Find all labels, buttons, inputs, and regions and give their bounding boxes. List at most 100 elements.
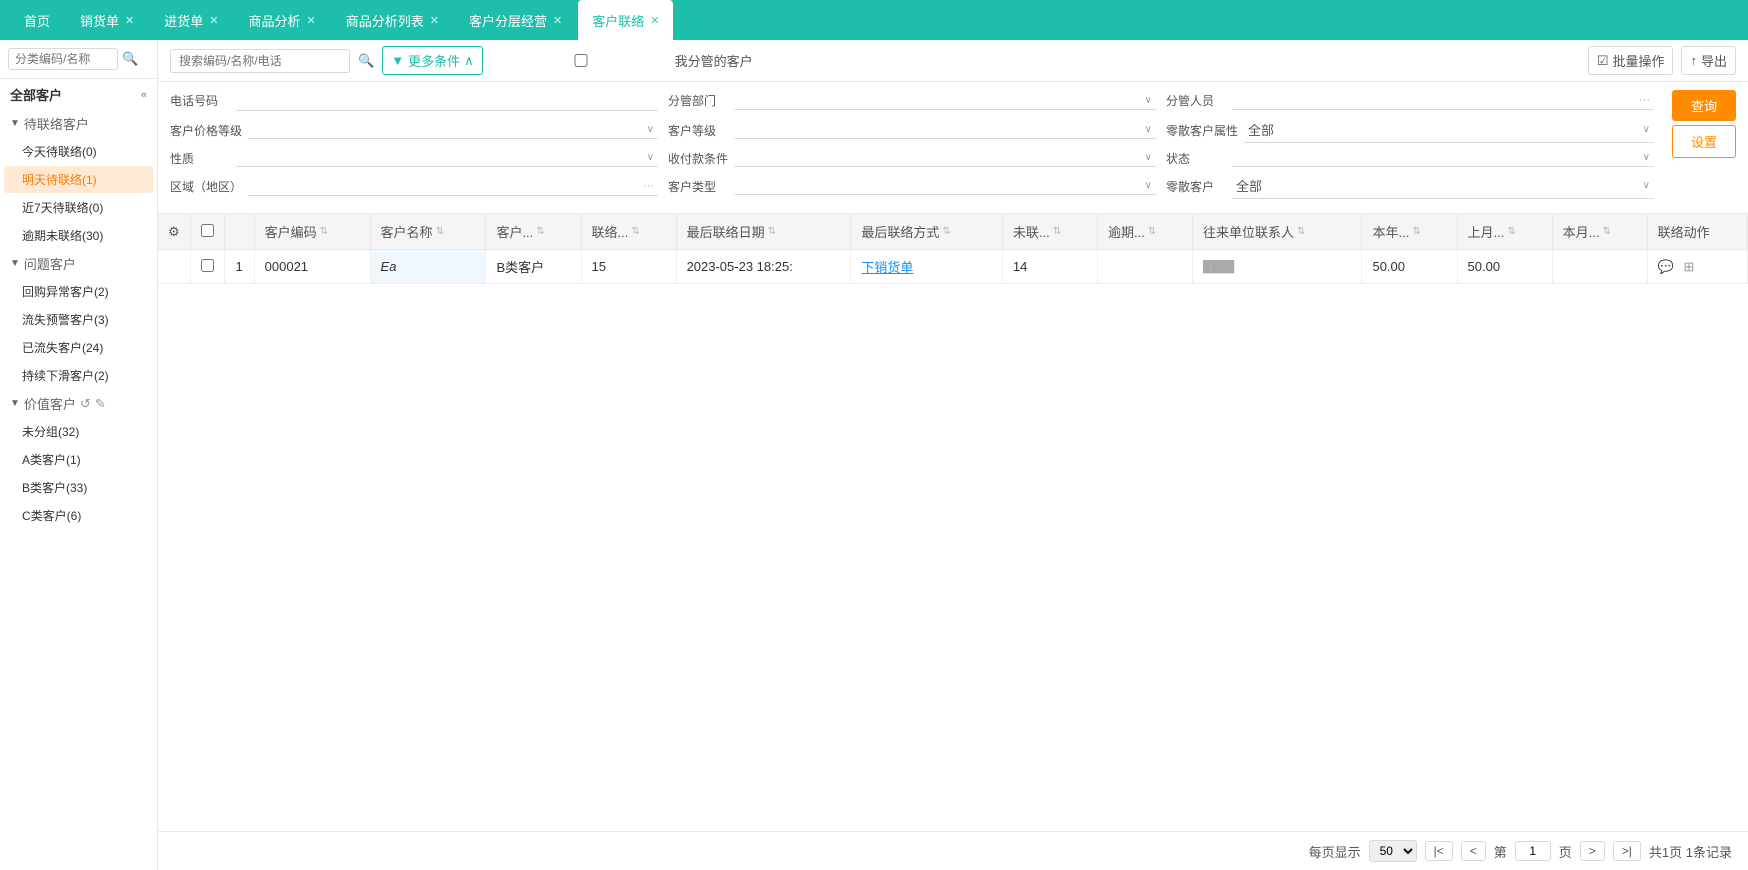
filter-region: 区域（地区） ···	[170, 177, 658, 196]
set-button[interactable]: 设置	[1672, 125, 1736, 158]
close-icon[interactable]: ✕	[307, 14, 316, 27]
export-btn[interactable]: ↑ 导出	[1681, 46, 1736, 75]
filter-nature: 性质 ∨	[170, 149, 658, 167]
gear-icon[interactable]: ⚙	[168, 224, 180, 239]
sort-icon[interactable]: ⇅	[942, 226, 950, 237]
action-menu-icon[interactable]: ⊞	[1683, 259, 1694, 274]
nav-sales[interactable]: 销货单 ✕	[66, 0, 148, 40]
sidebar-item-tomorrow[interactable]: 明天待联络(1)	[4, 166, 153, 193]
sort-icon[interactable]: ⇅	[631, 226, 639, 237]
page-label: 第	[1494, 842, 1507, 861]
row-last-date: 2023-05-23 18:25:	[676, 250, 851, 284]
my-customers-checkbox-label[interactable]: 我分管的客户	[491, 51, 753, 70]
prev-page-btn[interactable]: <	[1461, 841, 1486, 861]
sort-icon[interactable]: ⇅	[1148, 226, 1156, 237]
last-method-link[interactable]: 下销货单	[861, 260, 913, 275]
payment-label: 收付款条件	[668, 150, 728, 167]
last-page-btn[interactable]: >|	[1613, 841, 1641, 861]
sort-icon[interactable]: ⇅	[768, 226, 776, 237]
sidebar-item-a-class[interactable]: A类客户(1)	[4, 446, 153, 473]
price-level-select[interactable]: ∨	[248, 121, 658, 139]
row-checkbox[interactable]	[201, 259, 214, 272]
sort-icon[interactable]: ⇅	[536, 226, 544, 237]
arrow-icon: ▼	[10, 118, 20, 129]
page-suffix: 页	[1559, 842, 1572, 861]
scattered-attr-select[interactable]: 全部 ∨	[1244, 117, 1654, 143]
sort-icon[interactable]: ⇅	[1297, 226, 1305, 237]
close-icon[interactable]: ✕	[650, 14, 659, 27]
manager-select[interactable]: ···	[1232, 91, 1654, 110]
nav-purchase[interactable]: 进货单 ✕	[150, 0, 232, 40]
more-conditions-btn[interactable]: ▼ 更多条件 ∧	[382, 46, 482, 75]
sort-icon[interactable]: ⇅	[1412, 226, 1420, 237]
sidebar-item-repurchase-abnormal[interactable]: 回购异常客户(2)	[4, 278, 153, 305]
nav-product-analysis[interactable]: 商品分析 ✕	[234, 0, 329, 40]
status-select[interactable]: ∨	[1232, 149, 1654, 167]
select-all-checkbox[interactable]	[201, 224, 214, 237]
action-comment-icon[interactable]: 💬	[1658, 259, 1674, 274]
query-button[interactable]: 查询	[1672, 90, 1736, 121]
sidebar-item-today[interactable]: 今天待联络(0)	[4, 138, 153, 165]
page-num-input[interactable]	[1515, 841, 1551, 861]
first-page-btn[interactable]: |<	[1425, 841, 1453, 861]
phone-input[interactable]	[236, 90, 658, 111]
customer-grade-select[interactable]: ∨	[734, 121, 1156, 139]
nav-customer-tier[interactable]: 客户分层经营 ✕	[455, 0, 576, 40]
batch-op-btn[interactable]: ☑ 批量操作	[1588, 46, 1674, 75]
edit-icon[interactable]: ✎	[95, 396, 106, 412]
export-icon: ↑	[1690, 53, 1697, 68]
close-icon[interactable]: ✕	[125, 14, 134, 27]
per-page-select[interactable]: 50	[1369, 840, 1417, 862]
search-input[interactable]	[170, 49, 350, 73]
sidebar-item-b-class[interactable]: B类客户(33)	[4, 474, 153, 501]
region-label: 区域（地区）	[170, 178, 242, 195]
filter-panel: 电话号码 分管部门 ∨ 分管人员	[158, 82, 1748, 214]
sidebar-item-churn-warning[interactable]: 流失预警客户(3)	[4, 306, 153, 333]
close-icon[interactable]: ✕	[209, 14, 218, 27]
filter-row-1: 电话号码 分管部门 ∨ 分管人员	[170, 90, 1654, 111]
filter-dept: 分管部门 ∨	[668, 92, 1156, 110]
refresh-icon[interactable]: ↺	[80, 396, 91, 412]
sort-icon[interactable]: ⇅	[1507, 226, 1515, 237]
sidebar-group-value: ▼ 价值客户 ↺ ✎	[0, 390, 157, 417]
more-icon[interactable]: ···	[643, 180, 654, 192]
sidebar-all-customers[interactable]: 全部客户 «	[0, 79, 157, 110]
sidebar-item-7days[interactable]: 近7天待联络(0)	[4, 194, 153, 221]
status-label: 状态	[1166, 150, 1226, 167]
row-check	[190, 250, 224, 284]
sort-icon[interactable]: ⇅	[436, 226, 444, 237]
sidebar-search-icon[interactable]: 🔍	[122, 51, 138, 67]
scattered-select[interactable]: 全部 ∨	[1232, 173, 1654, 199]
my-customers-checkbox[interactable]	[491, 54, 671, 67]
sidebar: 🔍 全部客户 « ▼ 待联络客户 今天待联络(0) 明天待联络(1) 近7天待联…	[0, 40, 158, 870]
row-last-method[interactable]: 下销货单	[851, 250, 1003, 284]
caret-icon: ∨	[1643, 180, 1650, 191]
payment-select[interactable]: ∨	[734, 149, 1156, 167]
close-icon[interactable]: ✕	[430, 14, 439, 27]
sidebar-item-overdue[interactable]: 逾期未联络(30)	[4, 222, 153, 249]
close-icon[interactable]: ✕	[553, 14, 562, 27]
sort-icon[interactable]: ⇅	[320, 226, 328, 237]
nature-select[interactable]: ∨	[236, 149, 658, 167]
sort-icon[interactable]: ⇅	[1602, 226, 1610, 237]
sort-icon[interactable]: ⇅	[1053, 226, 1061, 237]
sidebar-item-declining[interactable]: 持续下滑客户(2)	[4, 362, 153, 389]
sidebar-item-churned[interactable]: 已流失客户(24)	[4, 334, 153, 361]
more-icon[interactable]: ···	[1639, 94, 1650, 106]
nav-product-analysis-list[interactable]: 商品分析列表 ✕	[332, 0, 453, 40]
dept-select[interactable]: ∨	[734, 92, 1156, 110]
sidebar-item-ungrouped[interactable]: 未分组(32)	[4, 418, 153, 445]
price-level-label: 客户价格等级	[170, 122, 242, 139]
customer-type-select[interactable]: ∨	[734, 177, 1156, 195]
region-select[interactable]: ···	[248, 177, 658, 196]
next-page-btn[interactable]: >	[1580, 841, 1605, 861]
col-action: 联络动作	[1647, 214, 1747, 250]
nav-home[interactable]: 首页	[10, 0, 64, 40]
search-icon[interactable]: 🔍	[358, 53, 374, 69]
row-action: 💬 ⊞	[1647, 250, 1747, 284]
sidebar-item-c-class[interactable]: C类客户(6)	[4, 502, 153, 529]
caret-icon: ∨	[647, 124, 654, 135]
sidebar-search-input[interactable]	[8, 48, 118, 70]
nav-customer-contact[interactable]: 客户联络 ✕	[578, 0, 673, 40]
phone-label: 电话号码	[170, 92, 230, 109]
